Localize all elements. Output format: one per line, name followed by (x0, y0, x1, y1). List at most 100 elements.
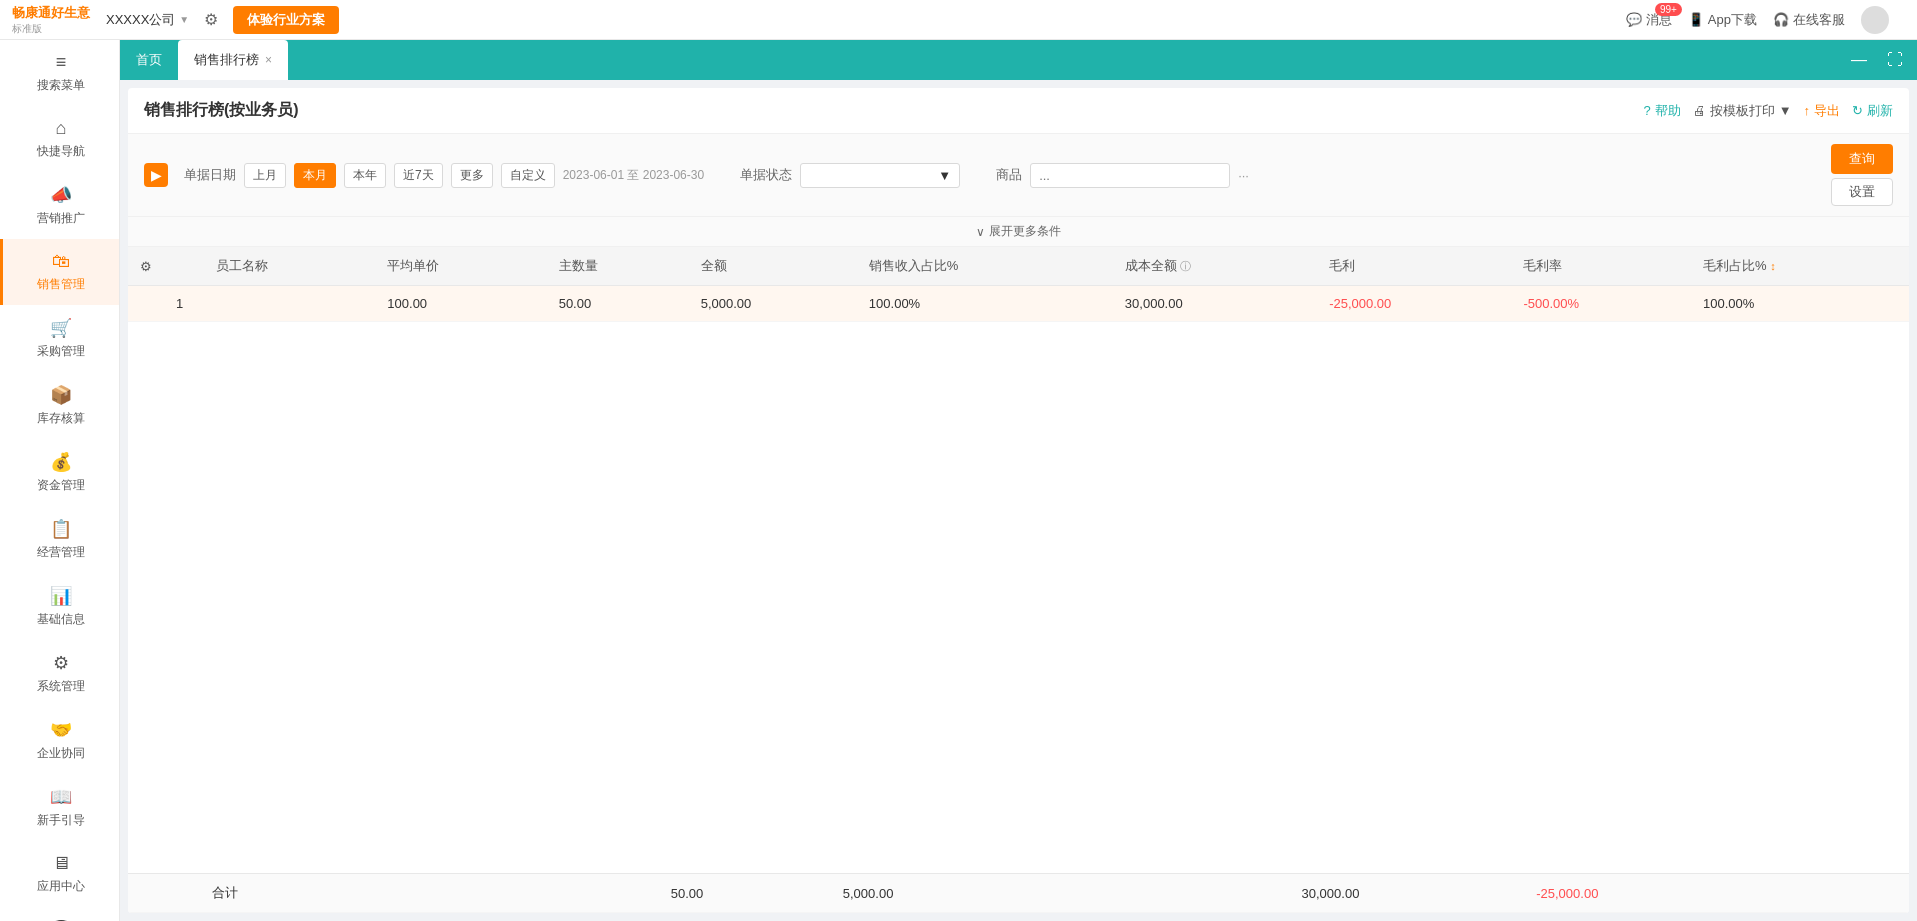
main-layout: ≡ 搜索菜单 ⌂ 快捷导航 📣 营销推广 🛍 销售管理 🛒 采购管理 📦 库存核… (0, 40, 1917, 921)
tab-minimize-button[interactable]: — (1845, 46, 1873, 74)
date-btn-more[interactable]: 更多 (451, 163, 493, 188)
status-chevron-icon: ▼ (938, 168, 951, 183)
enterprise-icon: 🤝 (50, 719, 72, 741)
print-button[interactable]: 🖨 按模板打印 ▼ (1693, 102, 1792, 120)
page-header: 销售排行榜(按业务员) ? 帮助 🖨 按模板打印 ▼ ↑ 导出 (128, 88, 1909, 134)
home-icon: ⌂ (56, 118, 67, 139)
td-amount: 5,000.00 (689, 286, 857, 322)
help-button[interactable]: ? 帮助 (1643, 102, 1680, 120)
sidebar-item-sales[interactable]: 🛍 销售管理 (0, 239, 119, 305)
goods-input[interactable] (1030, 163, 1230, 188)
refresh-button[interactable]: ↻ 刷新 (1852, 102, 1893, 120)
sidebar: ≡ 搜索菜单 ⌂ 快捷导航 📣 营销推广 🛍 销售管理 🛒 采购管理 📦 库存核… (0, 40, 120, 921)
sidebar-item-finance[interactable]: 💰 资金管理 (0, 439, 119, 506)
status-select[interactable]: ▼ (800, 163, 960, 188)
message-button[interactable]: 💬 消息 99+ (1626, 11, 1672, 29)
settings-icon[interactable]: ⚙ (197, 6, 225, 34)
sidebar-item-label: 基础信息 (37, 611, 85, 628)
th-gross-rate: 毛利率 (1511, 247, 1691, 286)
th-amount: 全额 (689, 247, 857, 286)
tab-maximize-button[interactable]: ⛶ (1881, 46, 1909, 74)
company-selector[interactable]: XXXXX公司 ▼ (106, 11, 189, 29)
newbie-icon: 📖 (50, 786, 72, 808)
sidebar-item-quick-nav[interactable]: ⌂ 快捷导航 (0, 106, 119, 172)
refresh-icon: ↻ (1852, 103, 1863, 118)
date-filter-row: 单据日期 上月 本月 本年 近7天 更多 自定义 2023-06-01 至 20… (184, 163, 704, 188)
sidebar-item-app-center[interactable]: 🖥 应用中心 (0, 841, 119, 907)
th-cost: 成本全额 ⓘ (1113, 247, 1317, 286)
td-rank: 1 (164, 286, 204, 322)
tab-close-icon[interactable]: × (265, 53, 272, 67)
goods-label: 商品 (996, 166, 1022, 184)
chevron-down-icon: ▼ (179, 14, 189, 25)
date-range-text: 2023-06-01 至 2023-06-30 (563, 167, 704, 184)
app-subtext: 标准版 (12, 22, 42, 36)
sidebar-item-label: 营销推广 (37, 210, 85, 227)
sidebar-item-system[interactable]: ⚙ 系统管理 (0, 640, 119, 707)
tab-sales-ranking[interactable]: 销售排行榜 × (178, 40, 288, 80)
expand-more-button[interactable]: ∨ 展开更多条件 (976, 223, 1061, 240)
app-download-label: App下载 (1708, 11, 1757, 29)
headset-icon: 🎧 (1773, 12, 1789, 27)
total-quantity: 50.00 (671, 886, 704, 901)
app-download-button[interactable]: 📱 App下载 (1688, 11, 1757, 29)
td-sales-ratio: 100.00% (857, 286, 1113, 322)
finance-icon: 💰 (50, 451, 72, 473)
export-button[interactable]: ↑ 导出 (1804, 102, 1841, 120)
page-title: 销售排行榜(按业务员) (144, 100, 299, 121)
table-settings-button[interactable]: 设置 (1831, 178, 1893, 206)
sidebar-item-enterprise[interactable]: 🤝 企业协同 (0, 707, 119, 774)
date-btn-this-year[interactable]: 本年 (344, 163, 386, 188)
td-name (204, 286, 375, 322)
sidebar-item-basic-info[interactable]: 📊 基础信息 (0, 573, 119, 640)
cost-info-icon[interactable]: ⓘ (1180, 260, 1191, 272)
table-footer: 合计 50.00 5,000.00 30,000.00 -25,000.00 (128, 873, 1909, 913)
sidebar-item-inventory[interactable]: 📦 库存核算 (0, 372, 119, 439)
sidebar-item-operation[interactable]: 📋 经营管理 (0, 506, 119, 573)
message-icon: 💬 (1626, 12, 1642, 27)
sidebar-item-marketing[interactable]: 📣 营销推广 (0, 172, 119, 239)
online-service-label: 在线客服 (1793, 11, 1845, 29)
status-filter-row: 单据状态 ▼ (740, 163, 960, 188)
sidebar-item-wechat[interactable]: 💬 企业微信 (0, 907, 119, 921)
th-name: 员工名称 (204, 247, 375, 286)
date-btn-last-month[interactable]: 上月 (244, 163, 286, 188)
table-header-row: ⚙ 员工名称 平均单价 主数量 全额 销售收入占比% 成本全额 ⓘ 毛利 (128, 247, 1909, 286)
date-btn-custom[interactable]: 自定义 (501, 163, 555, 188)
online-service-button[interactable]: 🎧 在线客服 (1773, 11, 1845, 29)
expand-icon: ∨ (976, 225, 985, 239)
inventory-icon: 📦 (50, 384, 72, 406)
total-row: 合计 50.00 5,000.00 30,000.00 -25,000.00 (128, 874, 1909, 913)
search-menu-icon: ≡ (56, 52, 67, 73)
system-icon: ⚙ (53, 652, 69, 674)
filter-bar: ▶ 单据日期 上月 本月 本年 近7天 更多 自定义 2023-06-01 至 … (128, 134, 1909, 217)
filter-toggle-button[interactable]: ▶ (144, 163, 168, 187)
avatar[interactable] (1861, 6, 1889, 34)
goods-more-button[interactable]: ··· (1238, 168, 1249, 183)
query-button[interactable]: 查询 (1831, 144, 1893, 174)
gross-ratio-sort-icon[interactable]: ↕ (1770, 260, 1776, 272)
sidebar-item-label: 销售管理 (37, 276, 85, 293)
purchase-icon: 🛒 (50, 317, 72, 339)
top-right-area: 💬 消息 99+ 📱 App下载 🎧 在线客服 (1626, 6, 1905, 34)
td-gross-ratio: 100.00% (1691, 286, 1909, 322)
sidebar-item-label: 资金管理 (37, 477, 85, 494)
company-logo: 畅康通好生意 标准版 (12, 4, 90, 36)
marketing-icon: 📣 (50, 184, 72, 206)
table-container: ⚙ 员工名称 平均单价 主数量 全额 销售收入占比% 成本全额 ⓘ 毛利 (128, 247, 1909, 873)
trial-button[interactable]: 体验行业方案 (233, 6, 339, 34)
td-avg-price: 100.00 (375, 286, 546, 322)
th-sales-ratio: 销售收入占比% (857, 247, 1113, 286)
tab-right-buttons: — ⛶ (1845, 46, 1917, 74)
company-name: XXXXX公司 (106, 11, 175, 29)
sidebar-item-purchase[interactable]: 🛒 采购管理 (0, 305, 119, 372)
td-quantity: 50.00 (547, 286, 689, 322)
date-btn-this-month[interactable]: 本月 (294, 163, 336, 188)
date-btn-7days[interactable]: 近7天 (394, 163, 443, 188)
tab-home[interactable]: 首页 (120, 40, 178, 80)
sidebar-item-search[interactable]: ≡ 搜索菜单 (0, 40, 119, 106)
sidebar-item-newbie[interactable]: 📖 新手引导 (0, 774, 119, 841)
help-icon: ? (1643, 103, 1650, 118)
total-gross: -25,000.00 (1536, 886, 1598, 901)
th-gross: 毛利 (1317, 247, 1511, 286)
